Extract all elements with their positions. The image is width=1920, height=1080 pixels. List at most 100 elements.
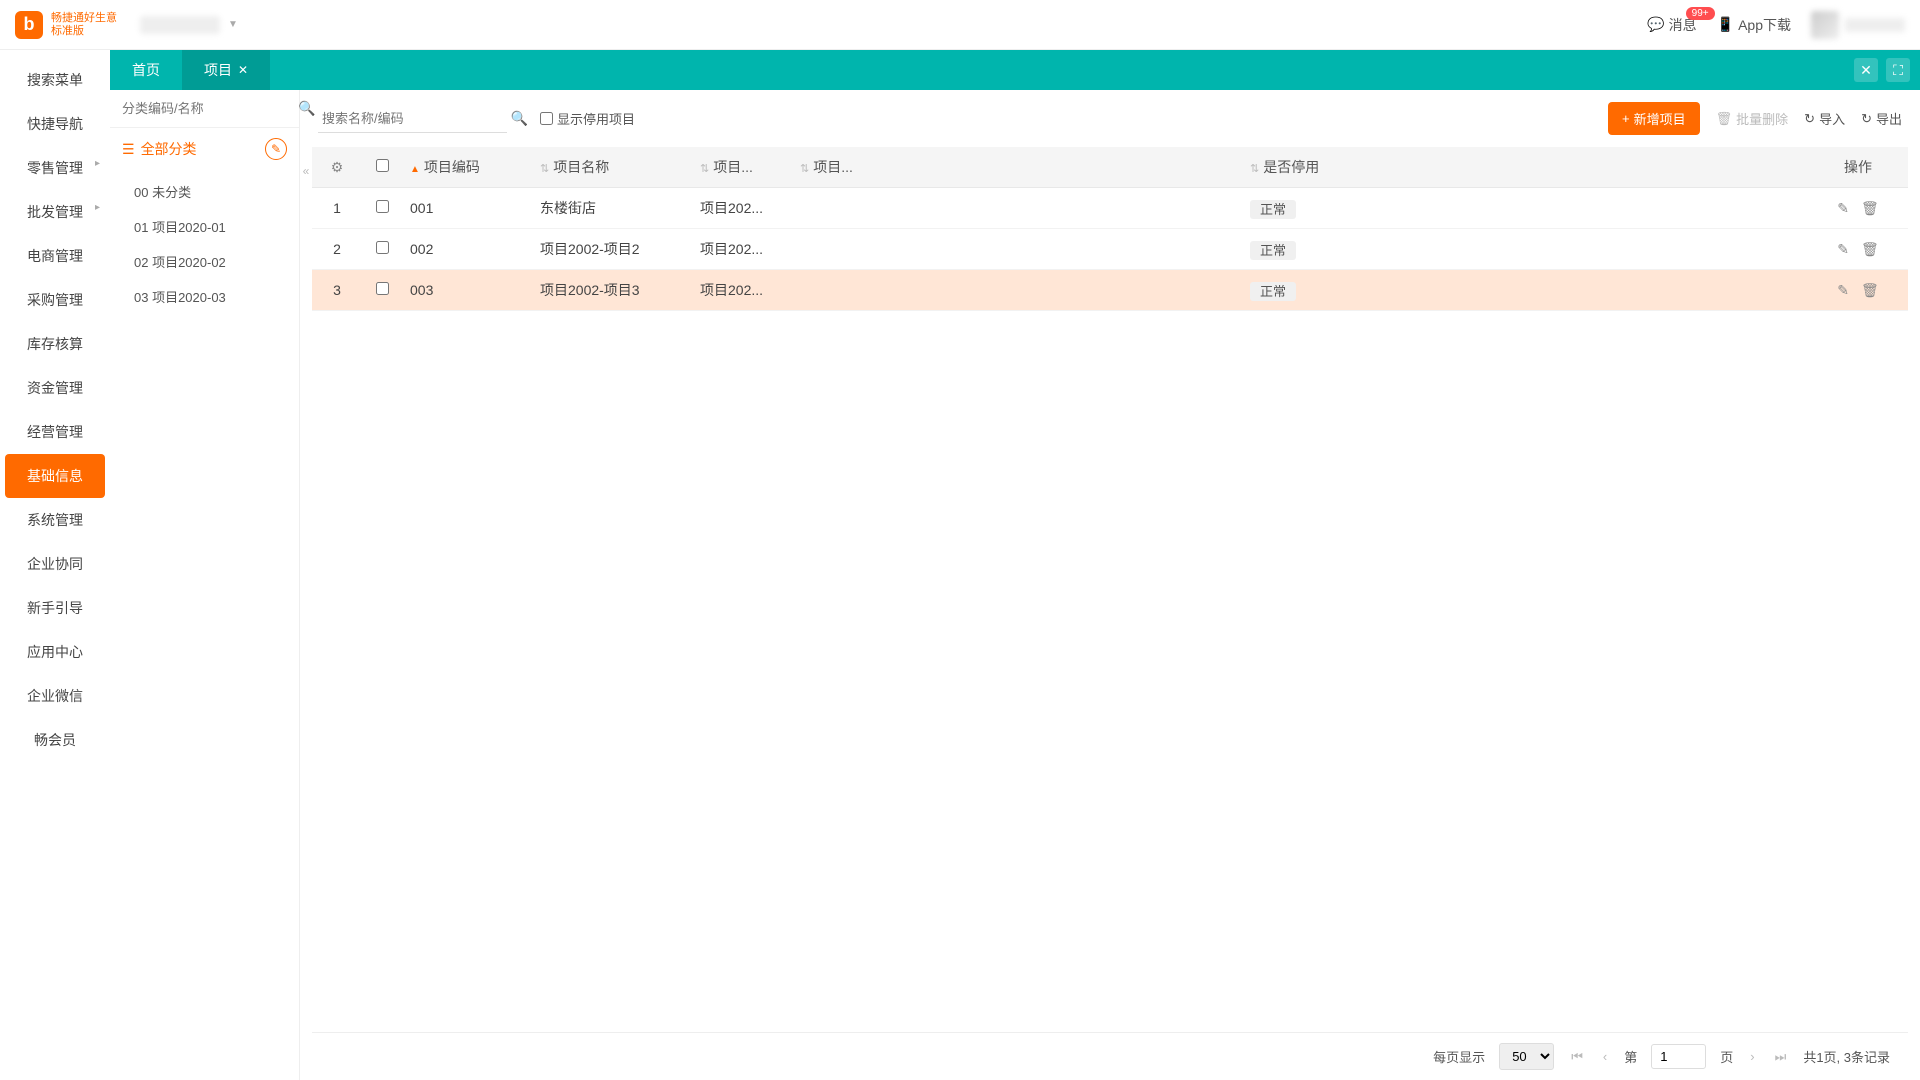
sidebar-item[interactable]: 零售管理	[0, 146, 110, 190]
cell-name: 项目2002-项目2	[532, 229, 692, 270]
delete-icon[interactable]: 🗑	[1861, 241, 1879, 258]
sidebar-item[interactable]: 快捷导航	[0, 102, 110, 146]
category-panel: 🔍 ☰ 全部分类 ✎ 00 未分类01 项目2020-0102 项目2020-0…	[110, 90, 300, 1080]
data-grid: ⚙ 项目编码 项目名称 项目... 项目... 是否停用 操作	[312, 147, 1908, 1032]
table-row[interactable]: 3003项目2002-项目3项目202...正常✎🗑	[312, 270, 1908, 311]
tab-home[interactable]: 首页	[110, 50, 182, 90]
sidebar-item[interactable]: 采购管理	[0, 278, 110, 322]
sidebar-item[interactable]: 系统管理	[0, 498, 110, 542]
tab-home-label: 首页	[132, 60, 160, 80]
page-input[interactable]	[1651, 1044, 1706, 1069]
logo-text: 畅捷通好生意 标准版	[51, 12, 117, 36]
edit-icon[interactable]: ✎	[1837, 282, 1849, 299]
category-item[interactable]: 00 未分类	[110, 174, 299, 209]
export-button[interactable]: ↻ 导出	[1861, 109, 1902, 128]
delete-icon[interactable]: 🗑	[1861, 282, 1879, 299]
cell-template	[792, 229, 1242, 270]
logo-icon: b	[15, 11, 43, 39]
import-label: 导入	[1819, 109, 1845, 128]
sidebar-item[interactable]: 搜索菜单	[0, 58, 110, 102]
import-button[interactable]: ↻ 导入	[1804, 109, 1845, 128]
cell-name: 项目2002-项目3	[532, 270, 692, 311]
col-code[interactable]: 项目编码	[402, 147, 532, 188]
cell-template	[792, 270, 1242, 311]
col-name[interactable]: 项目名称	[532, 147, 692, 188]
sidebar-item[interactable]: 库存核算	[0, 322, 110, 366]
edit-category-button[interactable]: ✎	[265, 138, 287, 160]
avatar	[1811, 11, 1839, 39]
page-size-select[interactable]: 50	[1499, 1043, 1554, 1070]
cell-status: 正常	[1242, 270, 1808, 311]
sidebar-item[interactable]: 资金管理	[0, 366, 110, 410]
cell-status: 正常	[1242, 229, 1808, 270]
add-project-button[interactable]: + 新增项目	[1608, 102, 1700, 135]
cell-category: 项目202...	[692, 270, 792, 311]
app-download-label: App下载	[1738, 15, 1791, 35]
row-index: 3	[312, 270, 362, 311]
first-page-button[interactable]: ⏮	[1568, 1049, 1586, 1065]
gear-icon[interactable]: ⚙	[331, 159, 344, 175]
fullscreen-button[interactable]: ⛶	[1886, 58, 1910, 82]
sidebar-item[interactable]: 新手引导	[0, 586, 110, 630]
sidebar-item[interactable]: 经营管理	[0, 410, 110, 454]
goto-prefix: 第	[1624, 1047, 1637, 1066]
phone-icon: 📱	[1717, 16, 1734, 33]
prev-page-button[interactable]: ‹	[1600, 1049, 1610, 1064]
category-search-input[interactable]	[122, 101, 298, 116]
tab-project-label: 项目	[204, 60, 232, 80]
cell-category: 项目202...	[692, 229, 792, 270]
row-checkbox[interactable]	[376, 282, 389, 295]
col-category[interactable]: 项目...	[692, 147, 792, 188]
last-page-button[interactable]: ⏭	[1772, 1049, 1790, 1065]
sidebar-item[interactable]: 基础信息	[5, 454, 105, 498]
logo: b 畅捷通好生意 标准版	[15, 11, 125, 39]
user-menu[interactable]	[1811, 11, 1905, 39]
messages-button[interactable]: 💬 消息 99+	[1647, 15, 1696, 35]
export-label: 导出	[1876, 109, 1902, 128]
cell-template	[792, 188, 1242, 229]
row-checkbox[interactable]	[376, 200, 389, 213]
select-all-checkbox[interactable]	[376, 159, 389, 172]
sidebar-item[interactable]: 畅会员	[0, 718, 110, 762]
sidebar-item[interactable]: 电商管理	[0, 234, 110, 278]
export-icon: ↻	[1861, 111, 1872, 127]
category-search: 🔍	[110, 90, 299, 128]
delete-icon[interactable]: 🗑	[1861, 200, 1879, 217]
cell-name: 东楼街店	[532, 188, 692, 229]
close-all-tabs-button[interactable]: ✕	[1854, 58, 1878, 82]
table-row[interactable]: 2002项目2002-项目2项目202...正常✎🗑	[312, 229, 1908, 270]
col-template[interactable]: 项目...	[792, 147, 1242, 188]
search-input[interactable]	[318, 105, 507, 133]
sidebar-item[interactable]: 企业协同	[0, 542, 110, 586]
show-disabled-label: 显示停用项目	[557, 109, 635, 128]
row-checkbox[interactable]	[376, 241, 389, 254]
batch-delete-button[interactable]: 🗑 批量删除	[1716, 109, 1789, 128]
import-icon: ↻	[1804, 111, 1815, 127]
category-item[interactable]: 02 项目2020-02	[110, 244, 299, 279]
sidebar-item[interactable]: 批发管理	[0, 190, 110, 234]
org-switcher[interactable]: ▼	[140, 16, 238, 34]
goto-suffix: 页	[1720, 1047, 1733, 1066]
table-row[interactable]: 1001东楼街店项目202...正常✎🗑	[312, 188, 1908, 229]
next-page-button[interactable]: ›	[1747, 1049, 1757, 1064]
show-disabled-input[interactable]	[540, 112, 553, 125]
show-disabled-checkbox[interactable]: 显示停用项目	[540, 109, 635, 128]
category-item[interactable]: 01 项目2020-01	[110, 209, 299, 244]
page-summary: 共1页, 3条记录	[1803, 1047, 1890, 1066]
search-icon[interactable]: 🔍	[511, 110, 528, 127]
category-all[interactable]: ☰ 全部分类 ✎	[110, 128, 299, 170]
edit-icon[interactable]: ✎	[1837, 200, 1849, 217]
close-icon[interactable]: ✕	[238, 63, 248, 77]
cell-status: 正常	[1242, 188, 1808, 229]
chevron-down-icon: ▼	[228, 19, 238, 30]
sidebar-item[interactable]: 企业微信	[0, 674, 110, 718]
row-index: 1	[312, 188, 362, 229]
category-item[interactable]: 03 项目2020-03	[110, 279, 299, 314]
col-status[interactable]: 是否停用	[1242, 147, 1808, 188]
sidebar-item[interactable]: 应用中心	[0, 630, 110, 674]
tab-project[interactable]: 项目 ✕	[182, 50, 270, 90]
row-index: 2	[312, 229, 362, 270]
app-download-button[interactable]: 📱 App下载	[1717, 15, 1791, 35]
col-ops: 操作	[1808, 147, 1908, 188]
edit-icon[interactable]: ✎	[1837, 241, 1849, 258]
